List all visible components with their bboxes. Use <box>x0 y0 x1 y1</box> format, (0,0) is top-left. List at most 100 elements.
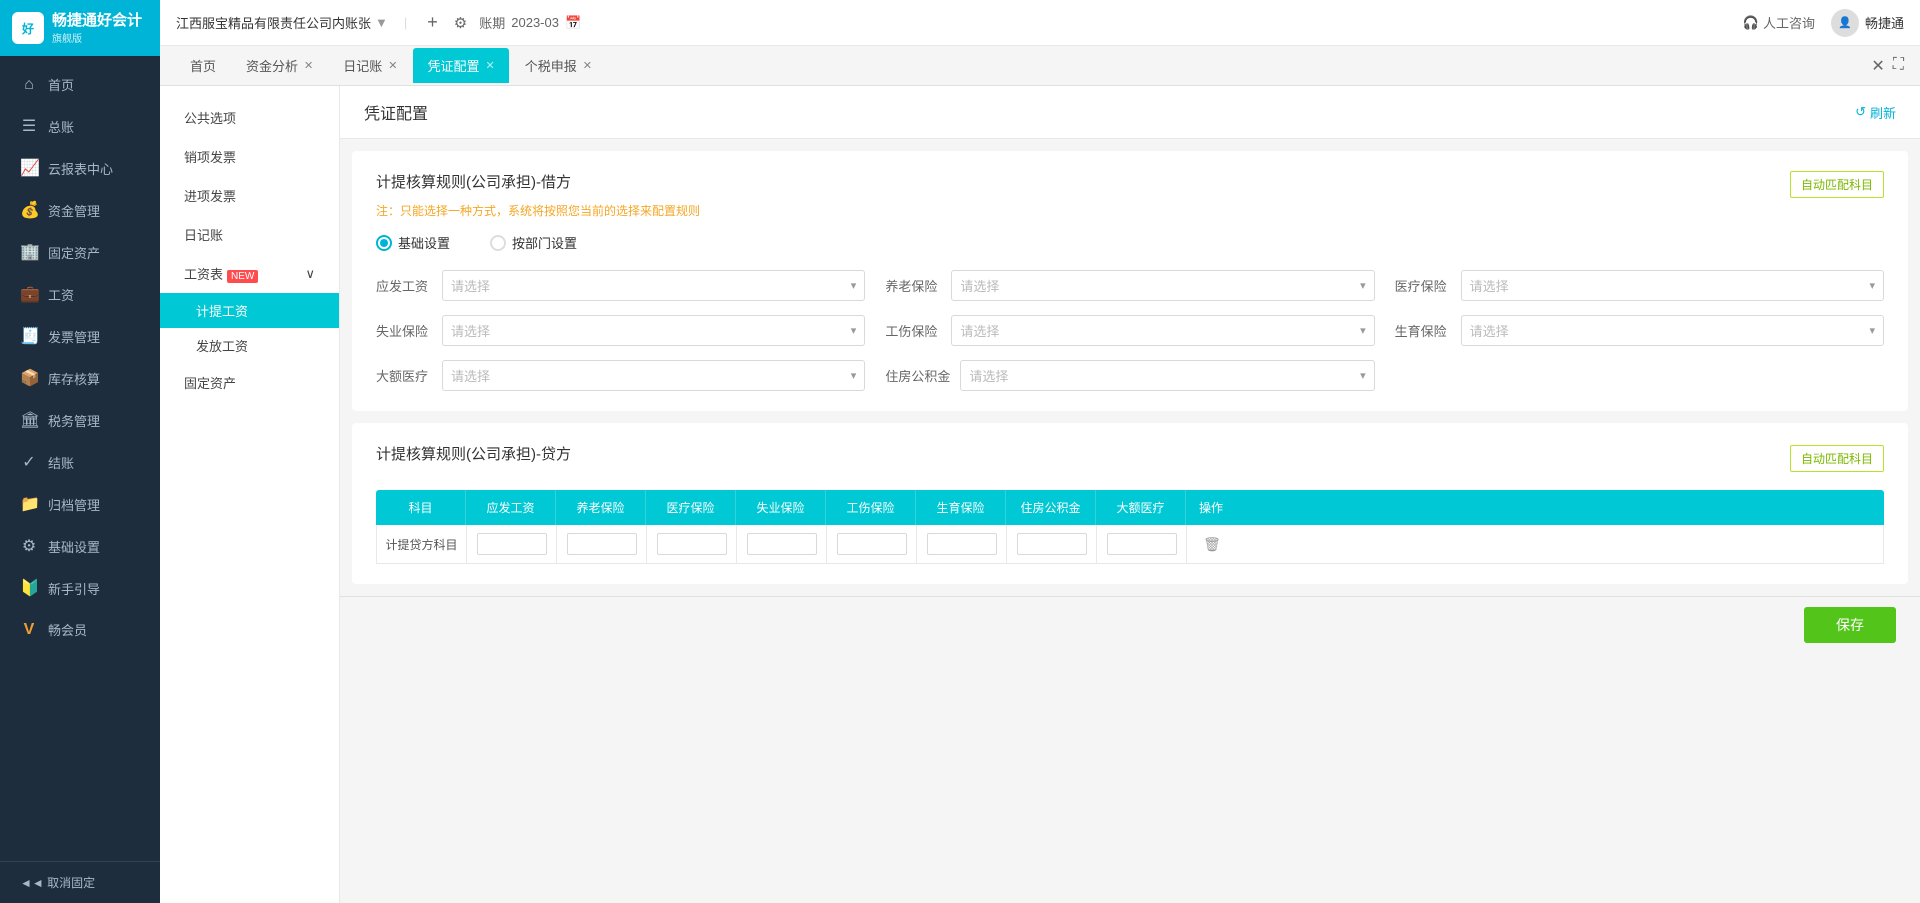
save-bar: 保存 <box>340 596 1920 653</box>
select-yiliao[interactable]: 请选择 ▾ <box>1461 270 1884 301</box>
user-button[interactable]: 👤 畅捷通 <box>1831 9 1904 37</box>
sidebar-item-reports[interactable]: 📈 云报表中心 <box>0 147 160 189</box>
tab-home[interactable]: 首页 <box>176 48 230 83</box>
sidebar-item-settings[interactable]: ⚙ 基础设置 <box>0 525 160 567</box>
tab-voucher-close[interactable]: ✕ <box>486 59 495 72</box>
company-selector[interactable]: 江西服宝精品有限责任公司内账张 ▼ <box>176 13 388 32</box>
debit-auto-match-button[interactable]: 自动匹配科目 <box>1790 171 1884 198</box>
topbar-divider: | <box>404 15 407 30</box>
sidebar-label-home: 首页 <box>48 75 74 94</box>
sidebar-item-vip[interactable]: V 畅会员 <box>0 609 160 650</box>
input-dae[interactable] <box>1107 533 1177 555</box>
td-yingfa[interactable] <box>467 525 557 563</box>
left-nav-wagetable[interactable]: 工资表NEW ∨ <box>160 254 339 293</box>
select-yingfa[interactable]: 请选择 ▾ <box>442 270 865 301</box>
sidebar-label-guide: 新手引导 <box>48 579 100 598</box>
period-selector[interactable]: 账期 2023-03 📅 <box>479 13 581 32</box>
td-gjj[interactable] <box>1007 525 1097 563</box>
refresh-button[interactable]: ↺ 刷新 <box>1855 103 1896 122</box>
td-gongshang[interactable] <box>827 525 917 563</box>
delete-icon[interactable]: 🗑 <box>1203 536 1221 553</box>
sidebar-item-tax[interactable]: 🏛 税务管理 <box>0 399 160 441</box>
service-button[interactable]: 🎧 人工咨询 <box>1743 13 1815 32</box>
input-yanglao[interactable] <box>567 533 637 555</box>
select-shiye[interactable]: 请选择 ▾ <box>442 315 865 346</box>
input-yingfa[interactable] <box>477 533 547 555</box>
sidebar-item-assets[interactable]: 🏢 固定资产 <box>0 231 160 273</box>
credit-auto-match-button[interactable]: 自动匹配科目 <box>1790 445 1884 472</box>
left-nav-diary[interactable]: 日记账 <box>160 215 339 254</box>
credit-section: 计提核算规则(公司承担)-贷方 自动匹配科目 科目 应发工资 养老保险 医疗保险… <box>352 423 1908 584</box>
radio-basic[interactable]: 基础设置 <box>376 233 450 252</box>
td-dae[interactable] <box>1097 525 1187 563</box>
sidebar-item-ledger[interactable]: ☰ 总账 <box>0 105 160 147</box>
tab-tax[interactable]: 个税申报 ✕ <box>511 48 606 83</box>
sidebar-item-funds[interactable]: 💰 资金管理 <box>0 189 160 231</box>
left-nav-public[interactable]: 公共选项 <box>160 98 339 137</box>
th-gongshang: 工伤保险 <box>826 490 916 525</box>
save-button[interactable]: 保存 <box>1804 607 1896 643</box>
sidebar-item-home[interactable]: ⌂ 首页 <box>0 64 160 105</box>
td-label: 计提贷方科目 <box>377 525 467 563</box>
td-yiliao[interactable] <box>647 525 737 563</box>
add-tab-button[interactable]: + <box>423 12 442 33</box>
wages-icon: 💼 <box>20 284 38 304</box>
th-yingfa: 应发工资 <box>466 490 556 525</box>
settings-button[interactable]: ⚙ <box>454 14 467 32</box>
input-shiye[interactable] <box>747 533 817 555</box>
tab-voucher[interactable]: 凭证配置 ✕ <box>413 48 508 83</box>
settings-icon: ⚙ <box>20 536 38 556</box>
tab-journal[interactable]: 日记账 ✕ <box>329 48 411 83</box>
tax-icon: 🏛 <box>20 410 38 430</box>
left-nav-jiti[interactable]: 计提工资 <box>160 293 339 328</box>
select-shengyu[interactable]: 请选择 ▾ <box>1461 315 1884 346</box>
left-nav-fixed-assets[interactable]: 固定资产 <box>160 363 339 402</box>
chevron-down-icon8: ▾ <box>1360 369 1366 382</box>
tab-fund-close[interactable]: ✕ <box>304 59 313 72</box>
headset-icon: 🎧 <box>1743 15 1759 31</box>
label-shengyu: 生育保险 <box>1395 321 1451 340</box>
select-yanglao[interactable]: 请选择 ▾ <box>951 270 1374 301</box>
select-dae[interactable]: 请选择 ▾ <box>442 360 865 391</box>
td-shengyu[interactable] <box>917 525 1007 563</box>
left-nav-purchase[interactable]: 进项发票 <box>160 176 339 215</box>
avatar: 👤 <box>1831 9 1859 37</box>
close-all-icon[interactable]: ✕ <box>1871 56 1884 76</box>
sidebar-item-archive[interactable]: 📁 归档管理 <box>0 483 160 525</box>
radio-basic-circle <box>376 235 392 251</box>
form-item-gjj: 住房公积金 请选择 ▾ <box>885 360 1374 391</box>
sidebar-label-checkout: 结账 <box>48 453 74 472</box>
select-gongshang-placeholder: 请选择 <box>960 321 999 340</box>
input-yiliao[interactable] <box>657 533 727 555</box>
form-item-yiliao: 医疗保险 请选择 ▾ <box>1395 270 1884 301</box>
td-delete[interactable]: 🗑 <box>1187 525 1237 563</box>
tab-journal-close[interactable]: ✕ <box>388 59 397 72</box>
cancel-fixed-button[interactable]: ◄◄ 取消固定 <box>0 861 160 903</box>
select-gjj[interactable]: 请选择 ▾ <box>960 360 1374 391</box>
left-nav-sales[interactable]: 销项发票 <box>160 137 339 176</box>
form-item-yingfa: 应发工资 请选择 ▾ <box>376 270 865 301</box>
maximize-icon[interactable]: ⛶ <box>1893 56 1904 76</box>
sidebar-item-wages[interactable]: 💼 工资 <box>0 273 160 315</box>
sidebar-item-guide[interactable]: 🔰 新手引导 <box>0 567 160 609</box>
form-item-yanglao: 养老保险 请选择 ▾ <box>885 270 1374 301</box>
tab-tax-close[interactable]: ✕ <box>583 59 592 72</box>
left-nav-fafa[interactable]: 发放工资 <box>160 328 339 363</box>
cancel-fixed-label: ◄◄ 取消固定 <box>20 874 95 891</box>
input-gongshang[interactable] <box>837 533 907 555</box>
checkout-icon: ✓ <box>20 452 38 472</box>
topbar-right: 🎧 人工咨询 👤 畅捷通 <box>1743 9 1904 37</box>
tab-fund[interactable]: 资金分析 ✕ <box>232 48 327 83</box>
input-shengyu[interactable] <box>927 533 997 555</box>
sidebar-item-inventory[interactable]: 📦 库存核算 <box>0 357 160 399</box>
td-shiye[interactable] <box>737 525 827 563</box>
td-yanglao[interactable] <box>557 525 647 563</box>
debit-note: 注：只能选择一种方式，系统将按照您当前的选择来配置规则 <box>376 202 700 219</box>
form-item-dae: 大额医疗 请选择 ▾ <box>376 360 865 391</box>
radio-dept[interactable]: 按部门设置 <box>490 233 577 252</box>
sidebar-item-invoice[interactable]: 🧾 发票管理 <box>0 315 160 357</box>
select-gongshang[interactable]: 请选择 ▾ <box>951 315 1374 346</box>
input-gjj[interactable] <box>1017 533 1087 555</box>
credit-table: 科目 应发工资 养老保险 医疗保险 失业保险 工伤保险 生育保险 住房公积金 大… <box>376 490 1884 564</box>
sidebar-item-checkout[interactable]: ✓ 结账 <box>0 441 160 483</box>
